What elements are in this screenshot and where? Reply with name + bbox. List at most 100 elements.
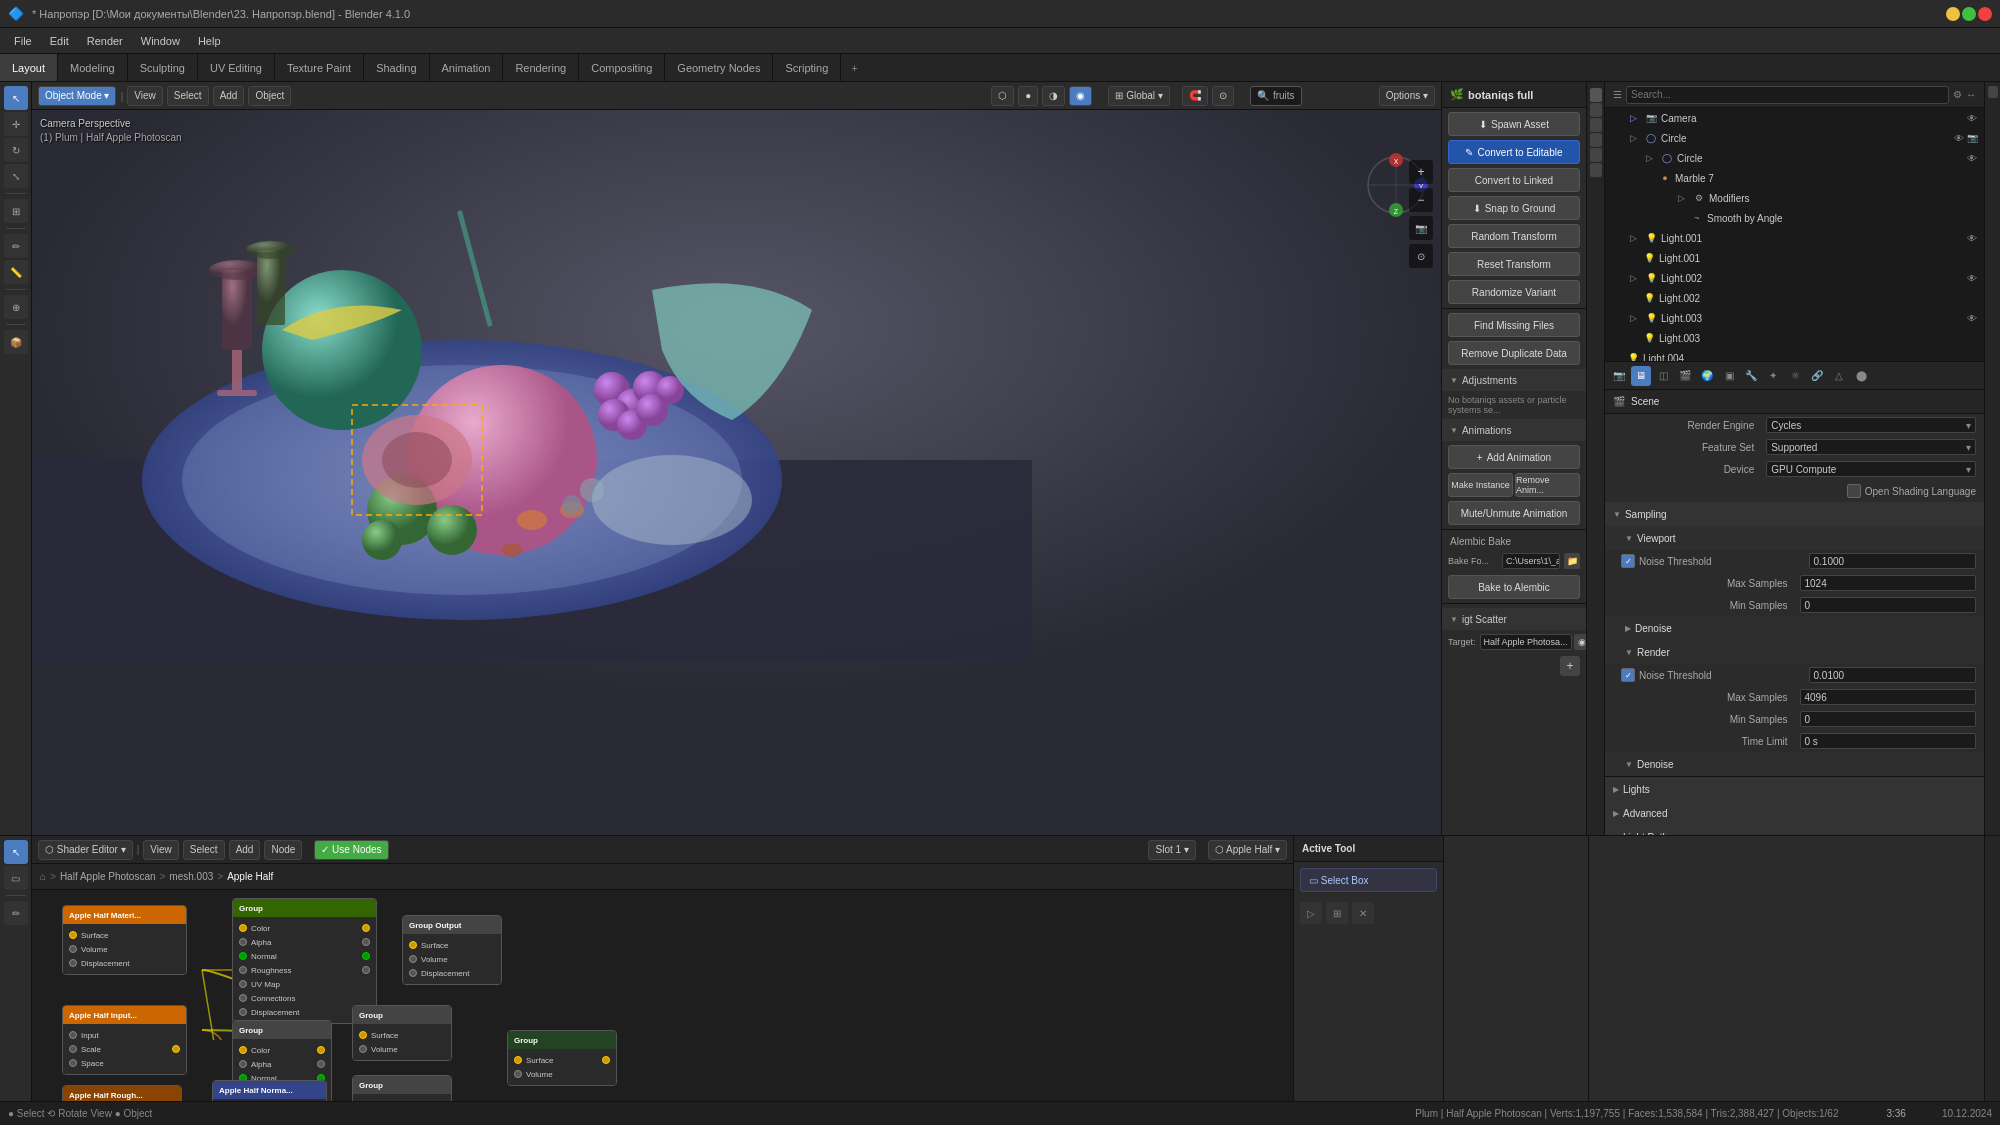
right-strip-btn-3[interactable] xyxy=(1590,118,1602,132)
node-apple-half-input[interactable]: Apple Half Input... Input Scale Space xyxy=(62,1005,187,1075)
minimize-button[interactable] xyxy=(1946,7,1960,21)
render-engine-select[interactable]: Cycles ▾ xyxy=(1766,417,1976,433)
add-menu-button[interactable]: Add xyxy=(213,86,245,106)
tab-geometry-nodes[interactable]: Geometry Nodes xyxy=(665,54,773,81)
eye-icon-2[interactable]: 👁 xyxy=(1951,133,1967,144)
outliner-item-light004[interactable]: 💡 Light.004 xyxy=(1605,348,1984,362)
max-samples-value[interactable]: 1024 xyxy=(1800,575,1977,591)
convert-editable-button[interactable]: ✎ Convert to Editable xyxy=(1448,140,1580,164)
tool-cursor[interactable]: ⊕ xyxy=(4,295,28,319)
node-node-menu[interactable]: Node xyxy=(264,840,302,860)
eye-icon[interactable]: 👁 xyxy=(1964,113,1980,124)
remove-duplicate-button[interactable]: Remove Duplicate Data xyxy=(1448,341,1580,365)
outliner-item-light002-2[interactable]: 💡 Light.002 xyxy=(1605,288,1984,308)
select-box-btn[interactable]: ▭ Select Box xyxy=(1300,868,1437,892)
outliner-search-input[interactable] xyxy=(1626,86,1949,104)
random-transform-button[interactable]: Random Transform xyxy=(1448,224,1580,248)
view-menu-button[interactable]: View xyxy=(127,86,163,106)
viewport-shading-wire[interactable]: ⬡ xyxy=(991,86,1014,106)
viewport-subsection[interactable]: ▼ Viewport xyxy=(1605,526,1984,550)
outliner-item-camera[interactable]: ▷ 📷 Camera 👁 xyxy=(1605,108,1984,128)
min-samples-r-value[interactable]: 0 xyxy=(1800,711,1977,727)
node-select-menu[interactable]: Select xyxy=(183,840,225,860)
prop-constraints-icon[interactable]: 🔗 xyxy=(1807,366,1827,386)
prop-output-icon[interactable]: 🖥 xyxy=(1631,366,1651,386)
maximize-button[interactable] xyxy=(1962,7,1976,21)
max-samples-r-value[interactable]: 4096 xyxy=(1800,689,1977,705)
prop-modifier-icon[interactable]: 🔧 xyxy=(1741,366,1761,386)
tool-move[interactable]: ✛ xyxy=(4,112,28,136)
target-pick-btn[interactable]: ◉ xyxy=(1574,634,1586,650)
prop-scene-icon[interactable]: 🎬 xyxy=(1675,366,1695,386)
outliner-item-smooth[interactable]: ~ Smooth by Angle xyxy=(1605,208,1984,228)
breadcrumb-photoscan[interactable]: Half Apple Photoscan xyxy=(60,871,156,882)
node-add-menu[interactable]: Add xyxy=(229,840,261,860)
zoom-out-btn[interactable]: − xyxy=(1409,188,1433,212)
object-menu-button[interactable]: Object xyxy=(248,86,291,106)
bake-folder-browse[interactable]: 📁 xyxy=(1564,553,1580,569)
select-menu-button[interactable]: Select xyxy=(167,86,209,106)
node-group-right[interactable]: Group Surface Volume xyxy=(352,1005,452,1061)
right-strip-btn-1[interactable] xyxy=(1590,88,1602,102)
outliner-item-light003-2[interactable]: 💡 Light.003 xyxy=(1605,328,1984,348)
snap-button[interactable]: 🧲 xyxy=(1182,86,1208,106)
outliner-item-light003[interactable]: ▷ 💡 Light.003 👁 xyxy=(1605,308,1984,328)
igt-scatter-section[interactable]: ▼ igt Scatter xyxy=(1442,608,1586,630)
outliner-item-circle1[interactable]: ▷ ◯ Circle 👁 📷 xyxy=(1605,128,1984,148)
tool-transform[interactable]: ⊞ xyxy=(4,199,28,223)
tab-scripting[interactable]: Scripting xyxy=(773,54,841,81)
light-paths-header[interactable]: ▶ Light Paths xyxy=(1605,825,1984,835)
overlay-options[interactable]: Options ▾ xyxy=(1379,86,1435,106)
mute-unmute-button[interactable]: Mute/Unmute Animation xyxy=(1448,501,1580,525)
adjustments-section[interactable]: ▼ Adjustments xyxy=(1442,369,1586,391)
viewport-shading-rendered[interactable]: ◉ xyxy=(1069,86,1092,106)
open-shading-checkbox[interactable] xyxy=(1847,484,1861,498)
tab-layout[interactable]: Layout xyxy=(0,54,58,81)
tool-annotate[interactable]: ✏ xyxy=(4,234,28,258)
outliner-item-marble7[interactable]: ● Marble 7 xyxy=(1605,168,1984,188)
viewport-canvas[interactable]: Camera Perspective (1) Plum | Half Apple… xyxy=(32,110,1441,835)
convert-linked-button[interactable]: Convert to Linked xyxy=(1448,168,1580,192)
breadcrumb-mesh[interactable]: mesh.003 xyxy=(169,871,213,882)
outliner-item-light001-2[interactable]: 💡 Light.001 xyxy=(1605,248,1984,268)
tab-uv-editing[interactable]: UV Editing xyxy=(198,54,275,81)
outliner-filter-icon[interactable]: ⚙ xyxy=(1953,89,1962,100)
transform-orientation[interactable]: ⊞ Global ▾ xyxy=(1108,86,1169,106)
tab-compositing[interactable]: Compositing xyxy=(579,54,665,81)
eye-light2[interactable]: 👁 xyxy=(1964,273,1980,284)
camera-view-btn[interactable]: 📷 xyxy=(1409,216,1433,240)
menu-file[interactable]: File xyxy=(6,33,40,49)
menu-window[interactable]: Window xyxy=(133,33,188,49)
prop-physics-icon[interactable]: ⚛ xyxy=(1785,366,1805,386)
remove-anim-button[interactable]: Remove Anim... xyxy=(1515,473,1580,497)
outliner-item-light001[interactable]: ▷ 💡 Light.001 👁 xyxy=(1605,228,1984,248)
close-button[interactable] xyxy=(1978,7,1992,21)
frame-selected-btn[interactable]: ⊙ xyxy=(1409,244,1433,268)
lights-section-header[interactable]: ▶ Lights xyxy=(1605,777,1984,801)
feature-set-select[interactable]: Supported ▾ xyxy=(1766,439,1976,455)
props-strip-btn[interactable] xyxy=(1988,86,1998,98)
prop-render-icon[interactable]: 📷 xyxy=(1609,366,1629,386)
add-animation-button[interactable]: + Add Animation xyxy=(1448,445,1580,469)
min-samples-value[interactable]: 0 xyxy=(1800,597,1977,613)
tab-sculpting[interactable]: Sculpting xyxy=(128,54,198,81)
node-tool-select[interactable]: ↖ xyxy=(4,840,28,864)
spawn-asset-button[interactable]: ⬇ Spawn Asset xyxy=(1448,112,1580,136)
bake-folder-value[interactable]: C:\Users\1\_animations xyxy=(1502,553,1560,569)
render-icon[interactable]: 📷 xyxy=(1967,133,1978,143)
viewport-search[interactable]: 🔍 fruits xyxy=(1250,86,1302,106)
eye-icon-3[interactable]: 👁 xyxy=(1964,153,1980,164)
right-strip-btn-6[interactable] xyxy=(1590,163,1602,177)
tool-select[interactable]: ↖ xyxy=(4,86,28,110)
node-editor-type[interactable]: ⬡ Shader Editor ▾ xyxy=(38,840,133,860)
viewport-shading-solid[interactable]: ● xyxy=(1018,86,1038,106)
reset-transform-button[interactable]: Reset Transform xyxy=(1448,252,1580,276)
make-instance-button[interactable]: Make Instance xyxy=(1448,473,1513,497)
add-workspace-button[interactable]: + xyxy=(841,54,867,81)
sampling-header[interactable]: ▼ Sampling xyxy=(1605,502,1984,526)
prop-material-icon[interactable]: ⬤ xyxy=(1851,366,1871,386)
home-icon[interactable]: ⌂ xyxy=(40,871,46,882)
tool-mode-btn-1[interactable]: ▷ xyxy=(1300,902,1322,924)
node-canvas[interactable]: Apple Half Materi... Surface Volume Disp… xyxy=(32,890,1293,1125)
prop-view-layer-icon[interactable]: ◫ xyxy=(1653,366,1673,386)
